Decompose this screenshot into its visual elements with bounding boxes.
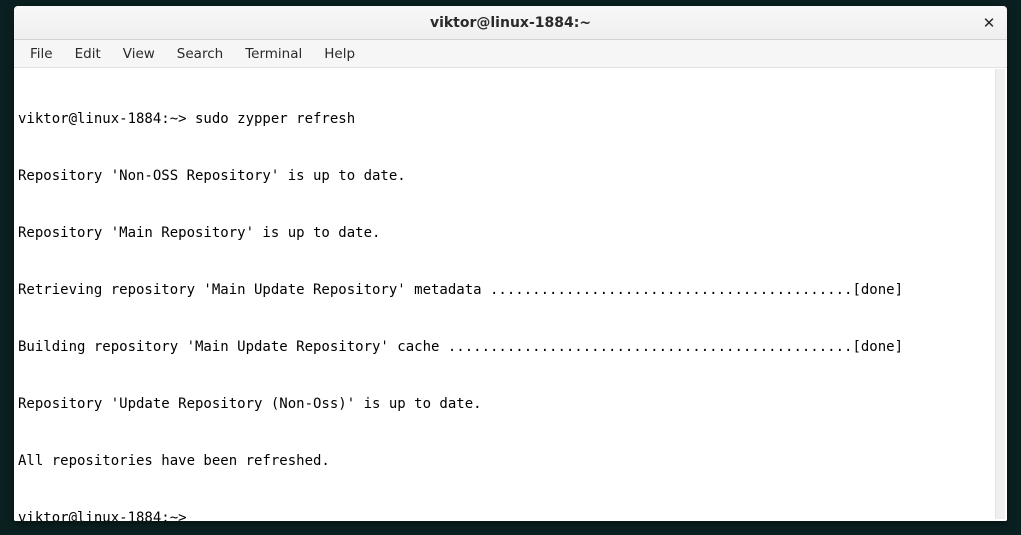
cursor bbox=[195, 510, 203, 521]
menu-search[interactable]: Search bbox=[167, 43, 233, 65]
terminal-prompt: viktor@linux-1884:~> bbox=[18, 510, 187, 521]
terminal-line: Building repository 'Main Update Reposit… bbox=[18, 338, 1003, 357]
menu-help[interactable]: Help bbox=[314, 43, 365, 65]
terminal-line: Repository 'Update Repository (Non-Oss)'… bbox=[18, 395, 1003, 414]
close-icon: ✕ bbox=[983, 14, 996, 32]
terminal-line: Repository 'Non-OSS Repository' is up to… bbox=[18, 167, 1003, 186]
terminal-line: viktor@linux-1884:~> sudo zypper refresh bbox=[18, 110, 1003, 129]
menu-view[interactable]: View bbox=[113, 43, 165, 65]
terminal-output[interactable]: viktor@linux-1884:~> sudo zypper refresh… bbox=[14, 68, 1007, 521]
titlebar: viktor@linux-1884:~ ✕ bbox=[14, 6, 1007, 40]
menu-terminal[interactable]: Terminal bbox=[235, 43, 312, 65]
menubar: File Edit View Search Terminal Help bbox=[14, 40, 1007, 68]
menu-edit[interactable]: Edit bbox=[65, 43, 111, 65]
window-title: viktor@linux-1884:~ bbox=[430, 15, 591, 31]
terminal-prompt-line: viktor@linux-1884:~> bbox=[18, 509, 1003, 521]
menu-file[interactable]: File bbox=[20, 43, 63, 65]
terminal-window: viktor@linux-1884:~ ✕ File Edit View Sea… bbox=[14, 6, 1007, 521]
close-button[interactable]: ✕ bbox=[979, 13, 999, 33]
scrollbar[interactable] bbox=[995, 69, 1005, 519]
terminal-line: All repositories have been refreshed. bbox=[18, 452, 1003, 471]
terminal-line: Retrieving repository 'Main Update Repos… bbox=[18, 281, 1003, 300]
terminal-line: Repository 'Main Repository' is up to da… bbox=[18, 224, 1003, 243]
